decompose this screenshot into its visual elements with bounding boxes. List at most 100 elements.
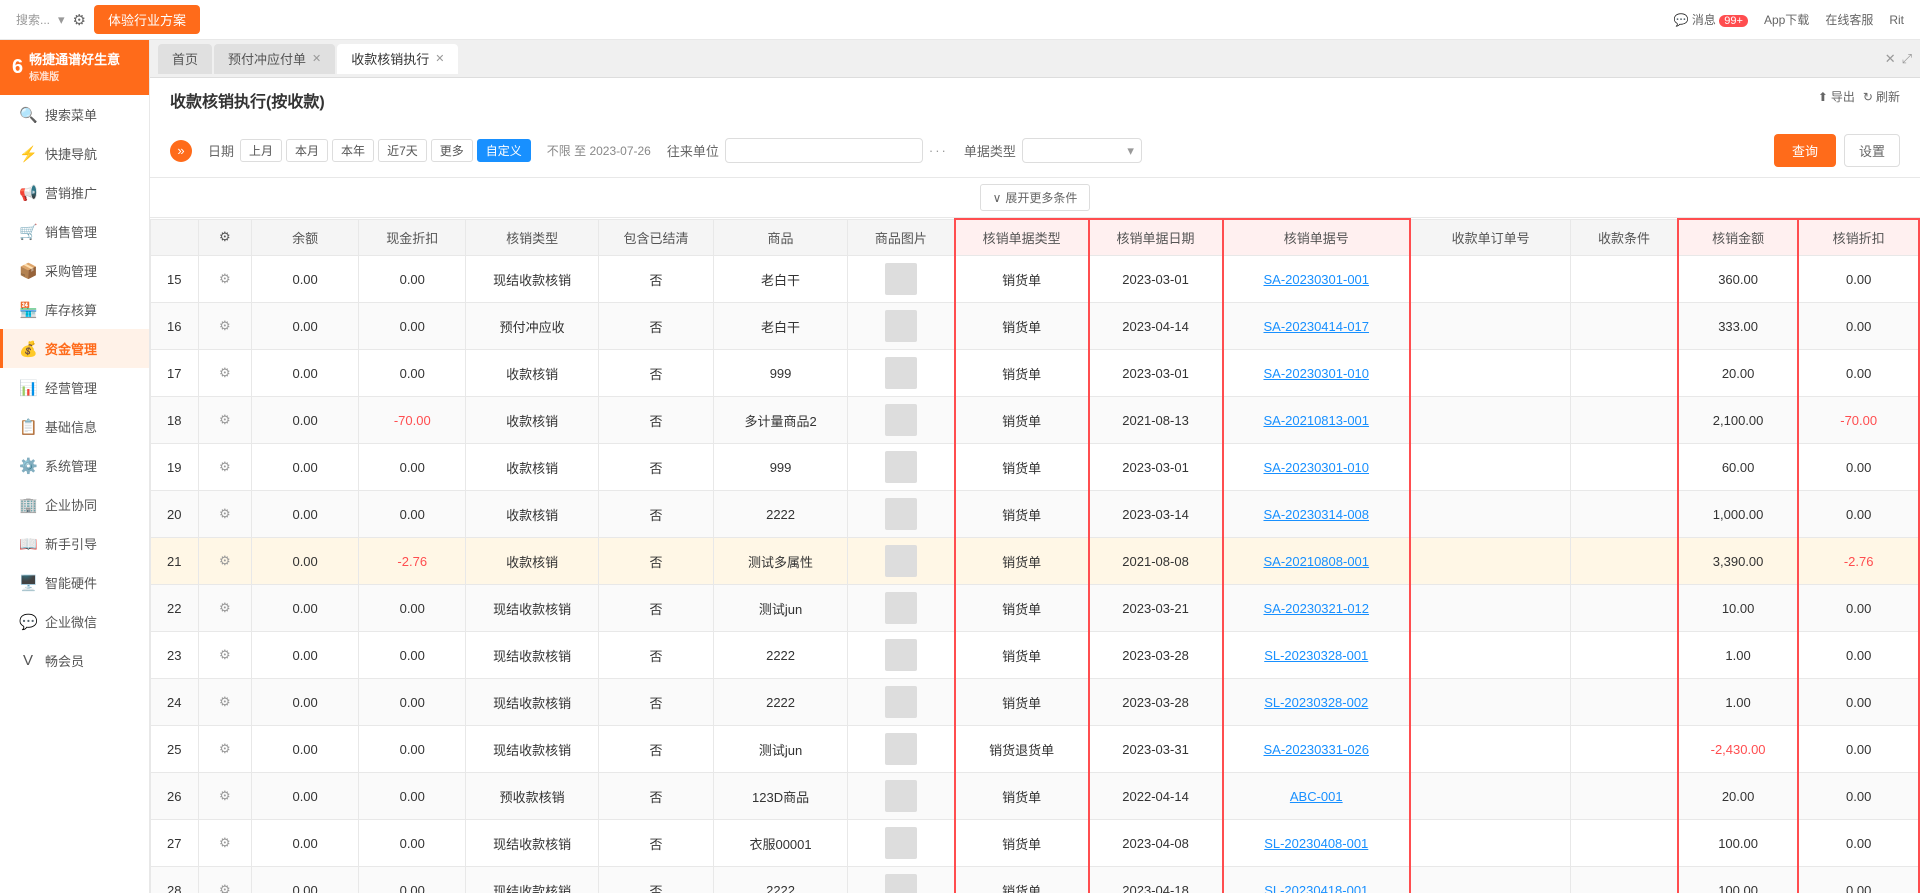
tab-close-prepay[interactable]: ✕ (312, 52, 321, 65)
voucher-link-15[interactable]: SA-20230301-001 (1263, 272, 1369, 287)
tab-prepay[interactable]: 预付冲应付单 ✕ (214, 44, 335, 74)
voucher-link-16[interactable]: SA-20230414-017 (1263, 319, 1369, 334)
settings-icon-27[interactable]: ⚙ (219, 835, 231, 850)
online-service-link[interactable]: 在线客服 (1825, 11, 1873, 28)
settings-icon-17[interactable]: ⚙ (219, 365, 231, 380)
sidebar-item-basic-info[interactable]: 📋基础信息 (0, 407, 149, 446)
voucher-link-24[interactable]: SL-20230328-002 (1264, 695, 1368, 710)
sidebar-item-quick-nav[interactable]: ⚡快捷导航 (0, 134, 149, 173)
sidebar-item-enterprise[interactable]: 🏢企业协同 (0, 485, 149, 524)
query-button[interactable]: 查询 (1774, 134, 1836, 167)
sidebar-item-marketing[interactable]: 📢营销推广 (0, 173, 149, 212)
sidebar-item-smart-hw[interactable]: 🖥️智能硬件 (0, 563, 149, 602)
sidebar-item-wechat[interactable]: 💬企业微信 (0, 602, 149, 641)
cell-no-22: 22 (151, 585, 199, 632)
cash-discount-18: -70.00 (394, 413, 431, 428)
export-button[interactable]: ⬆ 导出 (1818, 88, 1855, 105)
voucher-link-19[interactable]: SA-20230301-010 (1263, 460, 1369, 475)
custom-date-btn[interactable]: 自定义 (477, 139, 531, 162)
expand-more-button[interactable]: ∨ 展开更多条件 (980, 184, 1091, 211)
sidebar-item-search-menu[interactable]: 🔍搜索菜单 (0, 95, 149, 134)
voucher-link-18[interactable]: SA-20210813-001 (1263, 413, 1369, 428)
settings-icon-23[interactable]: ⚙ (219, 647, 231, 662)
tab-collection[interactable]: 收款核销执行 ✕ (337, 44, 458, 74)
settings-icon-22[interactable]: ⚙ (219, 600, 231, 615)
settings-icon-20[interactable]: ⚙ (219, 506, 231, 521)
cell-voucher_no-28[interactable]: SL-20230418-001 (1223, 867, 1410, 893)
cell-receipt_order-26 (1410, 773, 1571, 820)
more-date-btn[interactable]: 更多 (431, 139, 473, 162)
tab-home[interactable]: 首页 (158, 44, 212, 74)
sidebar-item-guide[interactable]: 📖新手引导 (0, 524, 149, 563)
settings-icon-18[interactable]: ⚙ (219, 412, 231, 427)
sidebar-item-system[interactable]: ⚙️系统管理 (0, 446, 149, 485)
sidebar-label-enterprise: 企业协同 (45, 495, 97, 514)
table-row: 20⚙0.000.00收款核销否2222销货单2023-03-14SA-2023… (151, 491, 1920, 538)
settings-icon-15[interactable]: ⚙ (219, 271, 231, 286)
cell-voucher_no-20[interactable]: SA-20230314-008 (1223, 491, 1410, 538)
voucher-link-23[interactable]: SL-20230328-001 (1264, 648, 1368, 663)
sidebar-item-finance[interactable]: 💰资金管理 (0, 329, 149, 368)
settings-icon-16[interactable]: ⚙ (219, 318, 231, 333)
top-right-actions: ⬆ 导出 ↻ 刷新 (1818, 88, 1900, 105)
settings-icon-25[interactable]: ⚙ (219, 741, 231, 756)
voucher-link-27[interactable]: SL-20230408-001 (1264, 836, 1368, 851)
this-year-btn[interactable]: 本年 (332, 139, 374, 162)
refresh-button[interactable]: ↻ 刷新 (1863, 88, 1900, 105)
cell-voucher_date-26: 2022-04-14 (1089, 773, 1223, 820)
cell-voucher_no-18[interactable]: SA-20210813-001 (1223, 397, 1410, 444)
sidebar-item-sales[interactable]: 🛒销售管理 (0, 212, 149, 251)
last-month-btn[interactable]: 上月 (240, 139, 282, 162)
partner-input[interactable] (725, 138, 923, 163)
tab-close-collection[interactable]: ✕ (435, 52, 444, 65)
cell-receipt_order-16 (1410, 303, 1571, 350)
sidebar-item-purchase[interactable]: 📦采购管理 (0, 251, 149, 290)
sidebar-item-vip[interactable]: V畅会员 (0, 641, 149, 680)
cell-discount-20: 0.00 (1798, 491, 1919, 538)
goods-image-26 (885, 780, 917, 812)
cell-receipt_order-24 (1410, 679, 1571, 726)
cell-voucher_no-19[interactable]: SA-20230301-010 (1223, 444, 1410, 491)
app-download-link[interactable]: App下载 (1764, 11, 1809, 28)
tab-close-icon[interactable]: ✕ (1885, 51, 1896, 67)
this-month-btn[interactable]: 本月 (286, 139, 328, 162)
voucher-link-25[interactable]: SA-20230331-026 (1263, 742, 1369, 757)
cell-voucher_no-24[interactable]: SL-20230328-002 (1223, 679, 1410, 726)
settings-icon-26[interactable]: ⚙ (219, 788, 231, 803)
voucher-link-26[interactable]: ABC-001 (1290, 789, 1343, 804)
cell-voucher_date-24: 2023-03-28 (1089, 679, 1223, 726)
cell-voucher_no-21[interactable]: SA-20210808-001 (1223, 538, 1410, 585)
sidebar-item-inventory[interactable]: 🏪库存核算 (0, 290, 149, 329)
cell-cash_discount-25: 0.00 (359, 726, 466, 773)
cell-voucher_no-27[interactable]: SL-20230408-001 (1223, 820, 1410, 867)
order-type-select[interactable] (1022, 138, 1142, 163)
voucher-link-28[interactable]: SL-20230418-001 (1264, 883, 1368, 893)
voucher-link-17[interactable]: SA-20230301-010 (1263, 366, 1369, 381)
voucher-link-21[interactable]: SA-20210808-001 (1263, 554, 1369, 569)
voucher-link-22[interactable]: SA-20230321-012 (1263, 601, 1369, 616)
cell-voucher_no-16[interactable]: SA-20230414-017 (1223, 303, 1410, 350)
sidebar-item-operations[interactable]: 📊经营管理 (0, 368, 149, 407)
settings-icon-28[interactable]: ⚙ (219, 882, 231, 893)
cell-voucher_no-23[interactable]: SL-20230328-001 (1223, 632, 1410, 679)
col-header-voucher_no: 核销单据号 (1223, 219, 1410, 256)
setting-button[interactable]: 设置 (1844, 134, 1900, 167)
sidebar-label-finance: 资金管理 (45, 339, 97, 358)
cell-voucher_no-17[interactable]: SA-20230301-010 (1223, 350, 1410, 397)
solution-button[interactable]: 体验行业方案 (94, 5, 200, 34)
settings-icon-21[interactable]: ⚙ (219, 553, 231, 568)
cell-voucher_no-15[interactable]: SA-20230301-001 (1223, 256, 1410, 303)
tab-expand-icon[interactable]: ⤢ (1902, 51, 1912, 67)
cell-voucher_no-22[interactable]: SA-20230321-012 (1223, 585, 1410, 632)
cell-voucher_no-25[interactable]: SA-20230331-026 (1223, 726, 1410, 773)
cell-cash_discount-27: 0.00 (359, 820, 466, 867)
cell-receipt_order-20 (1410, 491, 1571, 538)
filter-expand-button[interactable]: » (170, 140, 192, 162)
voucher-link-20[interactable]: SA-20230314-008 (1263, 507, 1369, 522)
settings-icon-19[interactable]: ⚙ (219, 459, 231, 474)
settings-icon-24[interactable]: ⚙ (219, 694, 231, 709)
message-icon[interactable]: 💬 消息 99+ (1674, 11, 1748, 28)
last-7days-btn[interactable]: 近7天 (378, 139, 427, 162)
cell-voucher_no-26[interactable]: ABC-001 (1223, 773, 1410, 820)
gear-icon[interactable]: ⚙ (73, 11, 86, 29)
